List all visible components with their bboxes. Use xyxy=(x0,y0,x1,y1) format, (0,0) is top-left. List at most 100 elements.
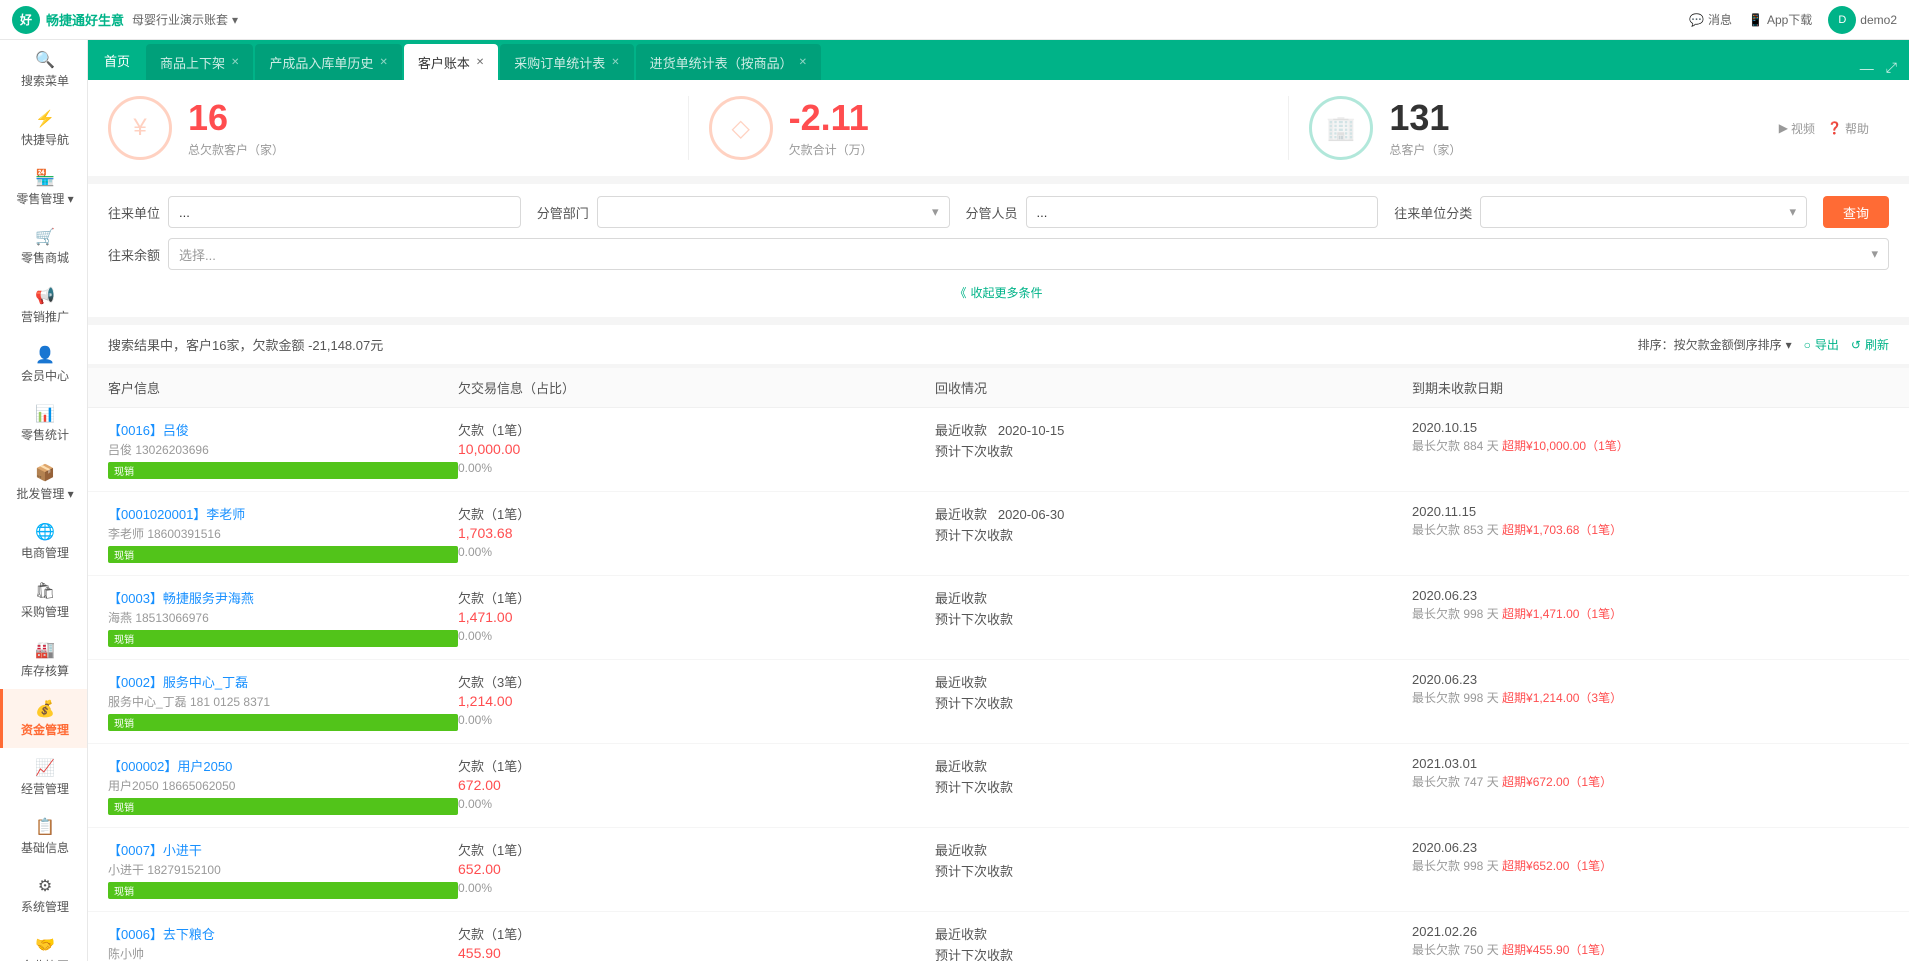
overdue-info-1: 2020.10.15 最长欠款 884 天 超期¥10,000.00（1笔） xyxy=(1412,420,1889,454)
total-customers-icon: 🏢 xyxy=(1309,96,1373,160)
sidebar-item-quick-nav[interactable]: ⚡ 快捷导航 xyxy=(0,99,87,158)
industry-selector[interactable]: 母婴行业演示账套 ▾ xyxy=(132,11,238,28)
close-icon[interactable]: ✕ xyxy=(611,57,619,68)
overdue-link-7[interactable]: 超期¥455.90（1笔） xyxy=(1502,943,1612,957)
collapse-arrow-icon: 《 xyxy=(954,284,966,301)
debt-amount-7: 455.90 xyxy=(458,945,935,961)
export-icon: ○ xyxy=(1804,338,1811,352)
client-tag-6: 现销 xyxy=(108,882,458,899)
sidebar-item-operation[interactable]: 📈 经营管理 xyxy=(0,748,87,807)
tab-home[interactable]: 首页 xyxy=(88,40,146,80)
industry-label: 母婴行业演示账套 xyxy=(132,11,228,28)
category-select[interactable]: ▾ xyxy=(1480,196,1807,228)
overdue-info-6: 2020.06.23 最长欠款 998 天 超期¥652.00（1笔） xyxy=(1412,840,1889,874)
client-name-link-4[interactable]: 【0002】服务中心_丁磊 xyxy=(108,672,458,691)
search-icon: 🔍 xyxy=(35,50,55,70)
message-icon: 💬 xyxy=(1689,13,1704,27)
app-download-button[interactable]: 📱 App下载 xyxy=(1748,11,1812,28)
dept-select[interactable]: ▾ xyxy=(597,196,950,228)
overdue-info-5: 2021.03.01 最长欠款 747 天 超期¥672.00（1笔） xyxy=(1412,756,1889,790)
result-bar: 搜索结果中，客户16家，欠款金额 -21,148.07元 排序：按欠款金额倒序排… xyxy=(88,325,1909,364)
col-header-client: 客户信息 xyxy=(108,378,458,397)
unit-input[interactable]: ... xyxy=(168,196,521,228)
sort-select[interactable]: 排序：按欠款金额倒序排序 ▾ xyxy=(1638,336,1792,353)
close-icon[interactable]: ✕ xyxy=(379,57,387,68)
collapse-row[interactable]: 《 收起更多条件 xyxy=(108,280,1889,305)
card-body-debt-customers: 16 总欠款客户（家） xyxy=(188,98,284,159)
client-name-link-1[interactable]: 【0016】吕俊 xyxy=(108,420,458,439)
overdue-link-2[interactable]: 超期¥1,703.68（1笔） xyxy=(1502,523,1622,537)
debt-info-6: 欠款（1笔） 652.00 0.00% xyxy=(458,840,935,895)
sidebar-item-enterprise[interactable]: 🤝 企业协同 xyxy=(0,925,87,961)
client-name-link-5[interactable]: 【000002】用户2050 xyxy=(108,756,458,775)
top-bar-right: 💬 消息 📱 App下载 D demo2 xyxy=(1689,6,1897,34)
logo-icon: 好 xyxy=(12,6,40,34)
sidebar-item-member[interactable]: 👤 会员中心 xyxy=(0,335,87,394)
tab-production-history[interactable]: 产成品入库单历史 ✕ xyxy=(255,44,401,80)
debt-amount-2: 1,703.68 xyxy=(458,525,935,541)
tab-fullscreen-button[interactable]: ⤢ xyxy=(1882,55,1901,80)
video-link[interactable]: ▶ 视频 xyxy=(1779,120,1815,137)
filter-label-category: 往来单位分类 xyxy=(1394,203,1472,222)
client-name-link-2[interactable]: 【0001020001】李老师 xyxy=(108,504,458,523)
sidebar-item-batch-mgmt[interactable]: 📦 批发管理 ▾ xyxy=(0,453,87,512)
store-icon: 🏪 xyxy=(35,168,55,188)
sidebar-item-basic-info[interactable]: 📋 基础信息 xyxy=(0,807,87,866)
logo-text: 畅捷通好生意 xyxy=(46,10,124,29)
user-menu[interactable]: D demo2 xyxy=(1828,6,1897,34)
sidebar-item-warehouse[interactable]: 🏭 库存核算 xyxy=(0,630,87,689)
debt-percent-6: 0.00% xyxy=(458,881,935,895)
sidebar-item-retail-mgmt[interactable]: 🏪 零售管理 ▾ xyxy=(0,158,87,217)
sidebar-item-marketing[interactable]: 📢 营销推广 xyxy=(0,276,87,335)
debt-percent-4: 0.00% xyxy=(458,713,935,727)
export-button[interactable]: ○ 导出 xyxy=(1804,336,1839,353)
sidebar-item-search[interactable]: 🔍 搜索菜单 xyxy=(0,40,87,99)
close-icon[interactable]: ✕ xyxy=(231,57,239,68)
debt-amount-4: 1,214.00 xyxy=(458,693,935,709)
overdue-link-4[interactable]: 超期¥1,214.00（3笔） xyxy=(1502,691,1622,705)
sidebar-item-finance[interactable]: 💰 资金管理 xyxy=(0,689,87,748)
help-icon: ❓ xyxy=(1827,121,1842,135)
filter-item-person: 分管人员 ... xyxy=(966,196,1379,228)
help-link[interactable]: ❓ 帮助 xyxy=(1827,120,1869,137)
query-button[interactable]: 查询 xyxy=(1823,196,1889,228)
sidebar-item-retail-mall[interactable]: 🛒 零售商城 xyxy=(0,217,87,276)
card-body-debt-total: -2.11 欠款合计（万） xyxy=(789,98,873,159)
overdue-link-3[interactable]: 超期¥1,471.00（1笔） xyxy=(1502,607,1622,621)
sidebar-item-ecommerce[interactable]: 🌐 电商管理 xyxy=(0,512,87,571)
overdue-link-6[interactable]: 超期¥652.00（1笔） xyxy=(1502,859,1612,873)
client-info-4: 【0002】服务中心_丁磊 服务中心_丁磊 181 0125 8371 现销 xyxy=(108,672,458,731)
client-name-link-7[interactable]: 【0006】去下粮仓 xyxy=(108,924,458,943)
client-name-link-6[interactable]: 【0007】小进干 xyxy=(108,840,458,859)
debt-total-icon: ◇ xyxy=(709,96,773,160)
filter-label-person: 分管人员 xyxy=(966,203,1018,222)
tab-customer-account[interactable]: 客户账本 ✕ xyxy=(404,44,498,80)
overdue-link-1[interactable]: 超期¥10,000.00（1笔） xyxy=(1502,439,1629,453)
return-info-3: 最近收款 预计下次收款 xyxy=(935,588,1412,628)
person-input[interactable]: ... xyxy=(1026,196,1379,228)
chevron-down-icon: ▾ xyxy=(932,204,939,220)
tab-stock-stats[interactable]: 进货单统计表（按商品） ✕ xyxy=(636,44,821,80)
sidebar-item-purchase[interactable]: 🛍 采购管理 xyxy=(0,571,87,630)
message-button[interactable]: 💬 消息 xyxy=(1689,11,1732,28)
table-header: 客户信息 欠交易信息（占比） 回收情况 到期未收款日期 xyxy=(88,368,1909,408)
table-row: 【0003】畅捷服务尹海燕 海燕 18513066976 现销 欠款（1笔） 1… xyxy=(88,576,1909,660)
balance-select[interactable]: 选择... ▾ xyxy=(168,238,1889,270)
tab-collapse-button[interactable]: — xyxy=(1856,56,1878,80)
filter-item-dept: 分管部门 ▾ xyxy=(537,196,950,228)
sidebar-item-system[interactable]: ⚙ 系统管理 xyxy=(0,866,87,925)
client-info-1: 【0016】吕俊 吕俊 13026203696 现销 xyxy=(108,420,458,479)
tab-products-off[interactable]: 商品上下架 ✕ xyxy=(146,44,253,80)
col-header-debt: 欠交易信息（占比） xyxy=(458,378,935,397)
return-info-5: 最近收款 预计下次收款 xyxy=(935,756,1412,796)
overdue-link-5[interactable]: 超期¥672.00（1笔） xyxy=(1502,775,1612,789)
client-name-link-3[interactable]: 【0003】畅捷服务尹海燕 xyxy=(108,588,458,607)
sidebar-item-retail-stats[interactable]: 📊 零售统计 xyxy=(0,394,87,453)
close-icon[interactable]: ✕ xyxy=(799,57,807,68)
refresh-button[interactable]: ↺ 刷新 xyxy=(1851,336,1889,353)
close-icon[interactable]: ✕ xyxy=(476,57,484,68)
client-tag-5: 现销 xyxy=(108,798,458,815)
data-table: 客户信息 欠交易信息（占比） 回收情况 到期未收款日期 【0016】吕俊 吕俊 … xyxy=(88,368,1909,961)
tab-purchase-order[interactable]: 采购订单统计表 ✕ xyxy=(500,44,633,80)
debt-amount-5: 672.00 xyxy=(458,777,935,793)
